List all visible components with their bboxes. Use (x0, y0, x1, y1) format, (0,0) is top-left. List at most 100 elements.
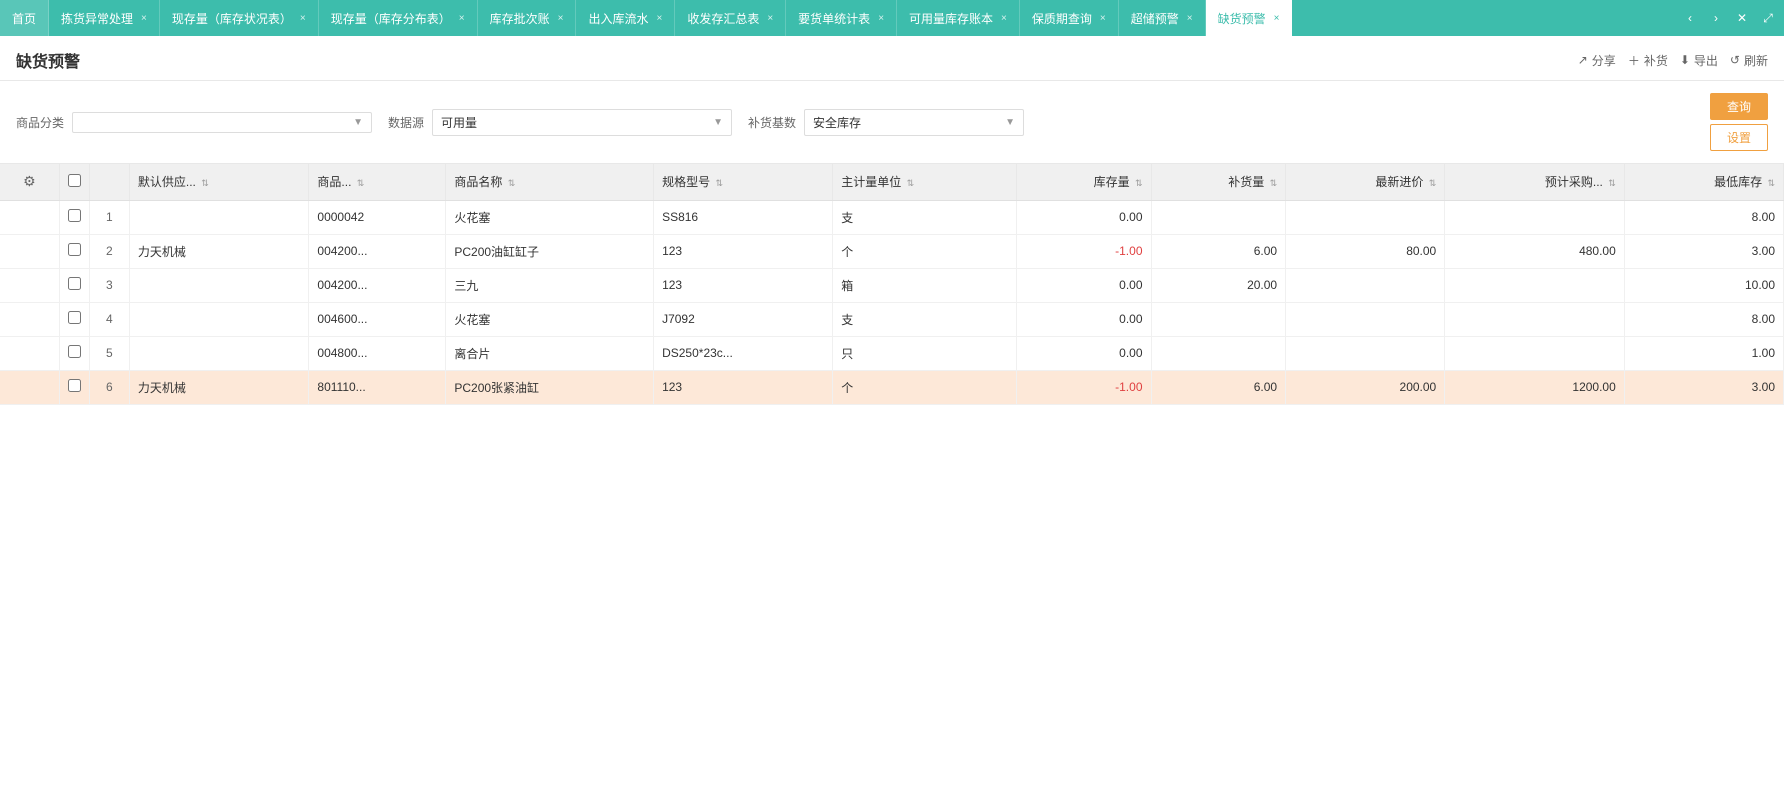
row-spec: 123 (654, 234, 833, 268)
tab-exception[interactable]: 拣货异常处理 × (49, 0, 160, 36)
row-checkbox[interactable] (68, 243, 81, 256)
refresh-button[interactable]: ↺ 刷新 (1730, 52, 1768, 69)
row-checkbox-cell[interactable] (59, 200, 89, 234)
row-checkbox[interactable] (68, 345, 81, 358)
select-all-checkbox[interactable] (68, 174, 81, 187)
tab-stock-status-close[interactable]: × (300, 13, 306, 24)
category-select[interactable]: ▼ (72, 112, 372, 133)
row-checkbox[interactable] (68, 209, 81, 222)
col-select-all[interactable] (59, 164, 89, 200)
row-latest-price: 200.00 (1286, 370, 1445, 404)
row-supplier (129, 200, 309, 234)
tab-exception-close[interactable]: × (141, 13, 147, 24)
row-index: 5 (89, 336, 129, 370)
col-min-stock[interactable]: 最低库存 ⇅ (1624, 164, 1783, 200)
replenish-button[interactable]: ＋ 补货 (1628, 52, 1668, 69)
tab-order-stats-close[interactable]: × (878, 13, 884, 24)
col-latest-price[interactable]: 最新进价 ⇅ (1286, 164, 1445, 200)
col-est-purchase[interactable]: 预计采购... ⇅ (1445, 164, 1625, 200)
page-title: 缺货预警 (16, 48, 80, 72)
row-latest-price (1286, 302, 1445, 336)
datasource-select[interactable]: 可用量 ▼ (432, 109, 732, 136)
col-replenish-qty[interactable]: 补货量 ⇅ (1151, 164, 1286, 200)
tab-receipt-total-close[interactable]: × (767, 13, 773, 24)
tab-expiry-query[interactable]: 保质期查询 × (1020, 0, 1119, 36)
row-product-name: PC200油缸缸子 (446, 234, 654, 268)
tab-shortage-warning[interactable]: 缺货预警 × (1206, 0, 1293, 36)
category-chevron-icon: ▼ (353, 117, 363, 128)
export-button[interactable]: ⬇ 导出 (1680, 52, 1718, 69)
row-checkbox-cell[interactable] (59, 336, 89, 370)
tab-order-stats[interactable]: 要货单统计表 × (786, 0, 897, 36)
tab-close-all-button[interactable]: ✕ (1730, 6, 1754, 30)
tab-inout-flow[interactable]: 出入库流水 × (576, 0, 675, 36)
tab-available-ledger-close[interactable]: × (1001, 13, 1007, 24)
col-default-supplier[interactable]: 默认供应... ⇅ (129, 164, 309, 200)
col-stock-qty[interactable]: 库存量 ⇅ (1016, 164, 1151, 200)
row-checkbox-cell[interactable] (59, 302, 89, 336)
tab-receipt-total[interactable]: 收发存汇总表 × (675, 0, 786, 36)
col-index (89, 164, 129, 200)
replenish-base-select[interactable]: 安全库存 ▼ (804, 109, 1024, 136)
tab-stock-status[interactable]: 现存量（库存状况表） × (160, 0, 319, 36)
tab-overstock-warning-close[interactable]: × (1187, 13, 1193, 24)
row-checkbox[interactable] (68, 379, 81, 392)
row-gear-cell (0, 302, 59, 336)
table-row: 4 004600... 火花塞 J7092 支 0.00 8.00 (0, 302, 1784, 336)
tab-batch-account[interactable]: 库存批次账 × (478, 0, 577, 36)
tab-next-button[interactable]: › (1704, 6, 1728, 30)
col-gear[interactable]: ⚙ (0, 164, 59, 200)
row-index: 4 (89, 302, 129, 336)
row-product-code: 0000042 (309, 200, 446, 234)
col-product-code[interactable]: 商品... ⇅ (309, 164, 446, 200)
sort-icon-price: ⇅ (1429, 178, 1437, 188)
tab-bar: 首页 拣货异常处理 × 现存量（库存状况表） × 现存量（库存分布表） × 库存… (0, 0, 1784, 36)
tab-available-ledger[interactable]: 可用量库存账本 × (897, 0, 1020, 36)
tab-batch-account-close[interactable]: × (558, 13, 564, 24)
category-filter-group: 商品分类 ▼ (16, 112, 372, 133)
table-header-row: ⚙ 默认供应... ⇅ 商品... ⇅ 商品名称 (0, 164, 1784, 200)
row-product-code: 004800... (309, 336, 446, 370)
row-gear-cell (0, 370, 59, 404)
row-checkbox[interactable] (68, 277, 81, 290)
tab-prev-button[interactable]: ‹ (1678, 6, 1702, 30)
row-est-purchase: 1200.00 (1445, 370, 1625, 404)
row-spec: 123 (654, 370, 833, 404)
share-button[interactable]: ↗ 分享 (1578, 52, 1616, 69)
sort-icon-stock: ⇅ (1135, 178, 1143, 188)
tab-stock-dist-close[interactable]: × (459, 13, 465, 24)
row-replenish-qty: 6.00 (1151, 370, 1286, 404)
row-index: 6 (89, 370, 129, 404)
row-checkbox[interactable] (68, 311, 81, 324)
row-spec: SS816 (654, 200, 833, 234)
share-icon: ↗ (1578, 53, 1588, 67)
col-product-name[interactable]: 商品名称 ⇅ (446, 164, 654, 200)
datasource-label: 数据源 (388, 114, 424, 131)
row-checkbox-cell[interactable] (59, 268, 89, 302)
table-row: 2 力天机械 004200... PC200油缸缸子 123 个 -1.00 6… (0, 234, 1784, 268)
tab-shortage-warning-close[interactable]: × (1274, 13, 1280, 24)
row-latest-price (1286, 336, 1445, 370)
row-est-purchase (1445, 336, 1625, 370)
tab-expiry-query-close[interactable]: × (1100, 13, 1106, 24)
row-product-code: 004600... (309, 302, 446, 336)
row-product-name: 离合片 (446, 336, 654, 370)
tab-stock-dist[interactable]: 现存量（库存分布表） × (319, 0, 478, 36)
tab-nav-buttons: ‹ › ✕ ⤢ (1678, 6, 1784, 30)
row-checkbox-cell[interactable] (59, 370, 89, 404)
tab-inout-flow-close[interactable]: × (656, 13, 662, 24)
replenish-base-select-value: 安全库存 (813, 114, 861, 131)
datasource-select-value: 可用量 (441, 114, 477, 131)
sort-icon-spec: ⇅ (715, 178, 723, 188)
col-spec[interactable]: 规格型号 ⇅ (654, 164, 833, 200)
tab-fullscreen-button[interactable]: ⤢ (1756, 6, 1780, 30)
sort-icon-min: ⇅ (1767, 178, 1775, 188)
query-button[interactable]: 查询 (1710, 93, 1768, 120)
col-unit[interactable]: 主计量单位 ⇅ (833, 164, 1017, 200)
row-checkbox-cell[interactable] (59, 234, 89, 268)
tab-overstock-warning[interactable]: 超储预警 × (1119, 0, 1206, 36)
datasource-filter-group: 数据源 可用量 ▼ (388, 109, 732, 136)
settings-button[interactable]: 设置 (1710, 124, 1768, 151)
table-row: 6 力天机械 801110... PC200张紧油缸 123 个 -1.00 6… (0, 370, 1784, 404)
tab-home[interactable]: 首页 (0, 0, 49, 36)
